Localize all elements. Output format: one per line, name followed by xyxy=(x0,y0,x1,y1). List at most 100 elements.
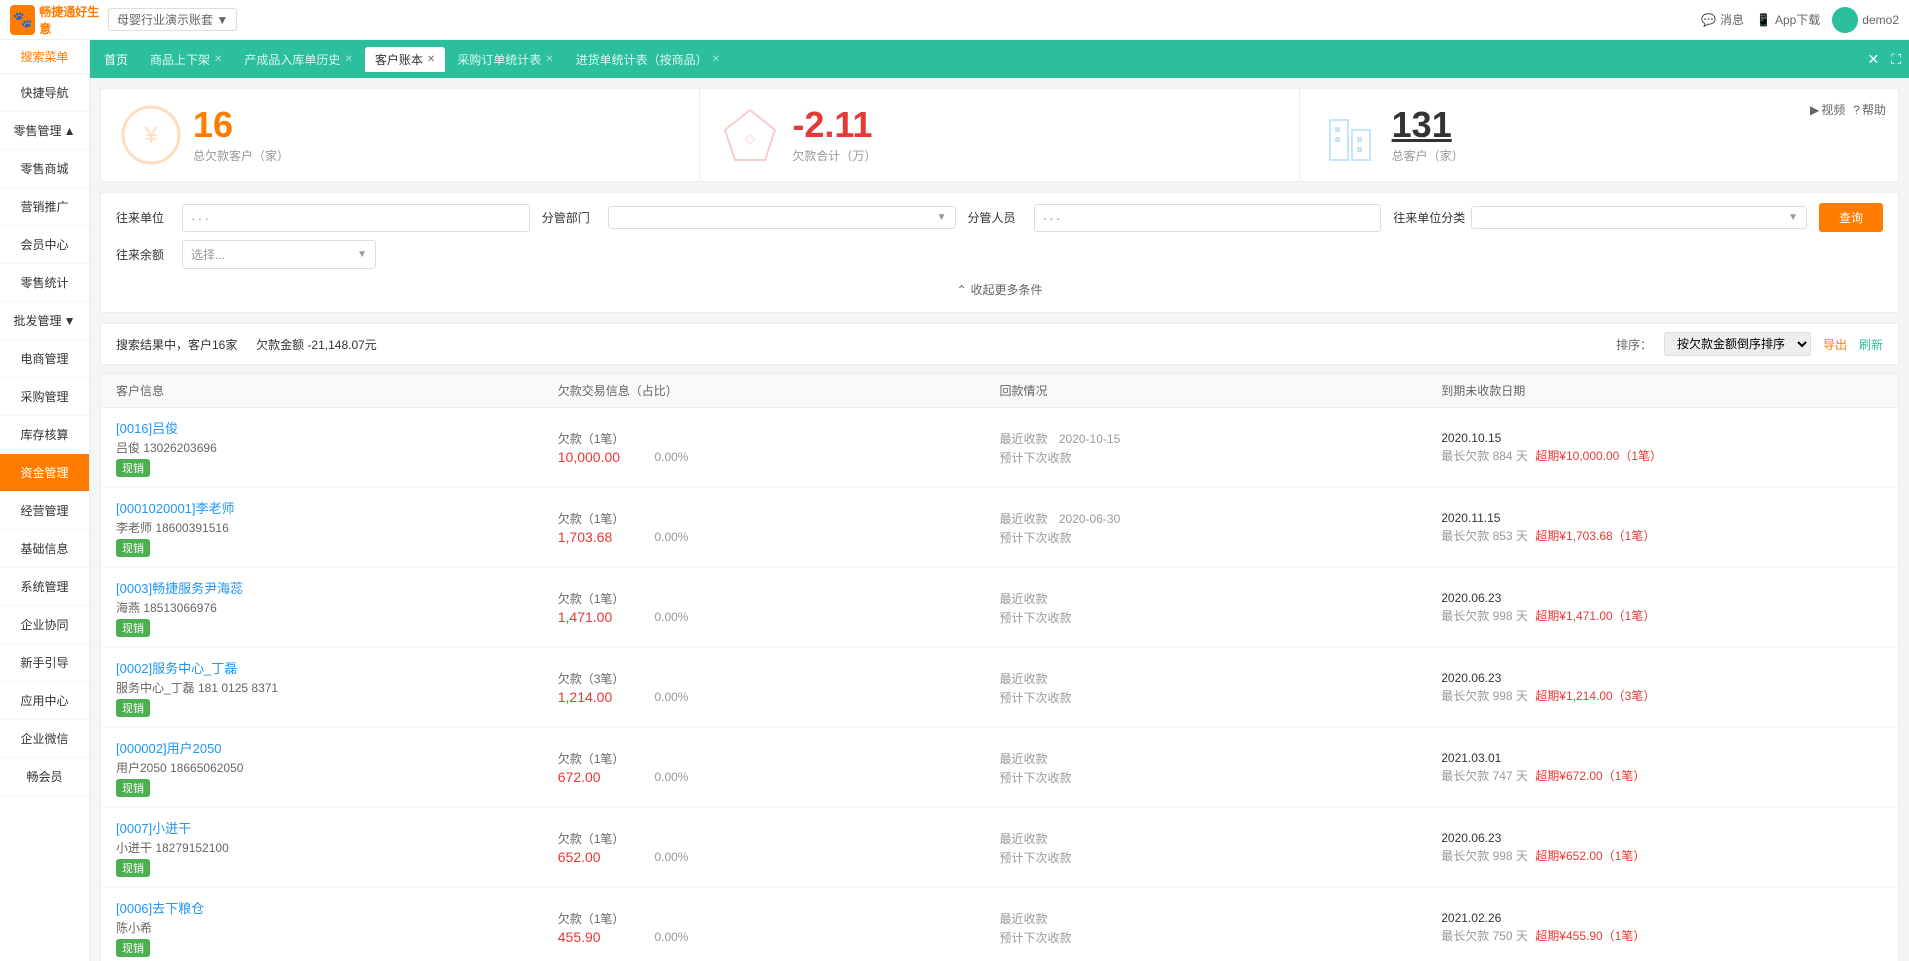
search-button[interactable]: 查询 xyxy=(1819,203,1883,232)
sidebar-item-retail-stats[interactable]: 零售统计 xyxy=(0,264,89,302)
stat-body-1: 16 总欠款客户（家） xyxy=(193,107,679,164)
sidebar-item-retail-mall[interactable]: 零售商城 xyxy=(0,150,89,188)
customer-name-link[interactable]: [0007]小迸干 xyxy=(116,821,191,836)
results-bar: 搜索结果中，客户16家 欠款金额 -21,148.07元 排序： 按欠款金额倒序… xyxy=(100,323,1899,365)
customer-sub: 海燕 18513066976 xyxy=(116,599,558,616)
close-icon[interactable]: ✕ xyxy=(214,54,222,65)
customer-name-link[interactable]: [0001020001]李老师 xyxy=(116,501,235,516)
export-button[interactable]: 导出 xyxy=(1823,336,1847,353)
unit-category-input[interactable]: ▼ xyxy=(1471,206,1807,229)
app-download-button[interactable]: 📱 App下载 xyxy=(1756,11,1820,28)
overdue-link[interactable]: 超期¥455.90（1笔） xyxy=(1535,929,1645,943)
table-row: [0007]小迸干 小迸干 18279152100 现销 欠款（1笔） 652.… xyxy=(101,808,1898,888)
recovery-label: 最近收款 xyxy=(1000,750,1442,767)
person-input[interactable]: ··· xyxy=(1034,204,1382,232)
sidebar-item-member-center[interactable]: 会员中心 xyxy=(0,226,89,264)
from-unit-input[interactable]: ··· xyxy=(182,204,530,232)
customer-tag: 现销 xyxy=(116,779,150,797)
refresh-button[interactable]: 刷新 xyxy=(1859,336,1883,353)
sidebar-item-quick-nav[interactable]: 快捷导航 xyxy=(0,74,89,112)
overdue-link[interactable]: 超期¥652.00（1笔） xyxy=(1535,849,1645,863)
debt-amount: 1,214.00 xyxy=(558,689,625,705)
debt-pct: 0.00% xyxy=(654,690,688,704)
sidebar-item-batch-mgmt[interactable]: 批发管理 ▼ xyxy=(0,302,89,340)
tab-close-all-icon[interactable]: ✕ xyxy=(1863,49,1883,70)
close-icon[interactable]: ✕ xyxy=(344,54,352,65)
sidebar-item-basic-info[interactable]: 基础信息 xyxy=(0,530,89,568)
table-row: [000002]用户2050 用户2050 18665062050 现销 欠款（… xyxy=(101,728,1898,808)
collapse-button[interactable]: ⌃ 收起更多条件 xyxy=(116,277,1883,302)
user-avatar[interactable]: demo2 xyxy=(1832,7,1899,33)
video-button[interactable]: ▶ 视频 xyxy=(1810,101,1845,118)
sidebar-item-search[interactable]: 搜索菜单 xyxy=(0,40,89,74)
sidebar-item-inventory[interactable]: 库存核算 xyxy=(0,416,89,454)
results-info: 搜索结果中，客户16家 欠款金额 -21,148.07元 xyxy=(116,336,377,353)
dept-input[interactable]: ▼ xyxy=(608,206,956,229)
debt-cell: 欠款（3笔） 1,214.00 0.00% xyxy=(558,670,1000,705)
customer-sub: 吕俊 13026203696 xyxy=(116,439,558,456)
table-row: [0001020001]李老师 李老师 18600391516 现销 欠款（1笔… xyxy=(101,488,1898,568)
due-date: 2021.02.26 xyxy=(1441,911,1883,925)
debt-pct: 0.00% xyxy=(654,930,688,944)
sidebar-item-corp-coop[interactable]: 企业协同 xyxy=(0,606,89,644)
tab-maximize-icon[interactable]: ⛶ xyxy=(1887,49,1905,70)
stat-card-debt-total: ◇ -2.11 欠款合计（万） xyxy=(700,89,1299,181)
sidebar-item-app-center[interactable]: 应用中心 xyxy=(0,682,89,720)
customer-name-link[interactable]: [0006]去下粮仓 xyxy=(116,901,204,916)
sidebar-item-marketing[interactable]: 营销推广 xyxy=(0,188,89,226)
sidebar-item-system[interactable]: 系统管理 xyxy=(0,568,89,606)
due-date: 2021.03.01 xyxy=(1441,751,1883,765)
debt-cell: 欠款（1笔） 672.00 0.00% xyxy=(558,750,1000,785)
tab-purchase-stats[interactable]: 采购订单统计表 ✕ xyxy=(447,47,563,72)
overdue-link[interactable]: 超期¥10,000.00（1笔） xyxy=(1535,449,1662,463)
tab-purchase-product-stats[interactable]: 进货单统计表（按商品） ✕ xyxy=(566,47,730,72)
avatar-image xyxy=(1832,7,1858,33)
recovery-label: 最近收款 xyxy=(1000,590,1442,607)
overdue-link[interactable]: 超期¥1,703.68（1笔） xyxy=(1535,529,1655,543)
industry-selector[interactable]: 母婴行业演示账套 ▼ xyxy=(108,8,237,31)
overdue-link[interactable]: 超期¥672.00（1笔） xyxy=(1535,769,1645,783)
customer-tag: 现销 xyxy=(116,459,150,477)
filter-person: 分管人员 ··· xyxy=(968,204,1382,232)
recovery-cell: 最近收款 预计下次收款 xyxy=(1000,910,1442,946)
customer-name-link[interactable]: [0002]服务中心_丁磊 xyxy=(116,661,237,676)
help-icon: ? xyxy=(1853,103,1860,117)
filter-dept-label: 分管部门 xyxy=(542,209,602,226)
tab-product-off[interactable]: 商品上下架 ✕ xyxy=(140,47,232,72)
customer-name-link[interactable]: [000002]用户2050 xyxy=(116,741,222,756)
tab-home[interactable]: 首页 xyxy=(94,47,138,72)
customer-name-link[interactable]: [0003]畅捷服务尹海蕊 xyxy=(116,581,243,596)
close-icon[interactable]: ✕ xyxy=(427,54,435,65)
customer-info-cell: [0001020001]李老师 李老师 18600391516 现销 xyxy=(116,498,558,557)
sidebar-item-corp-wechat[interactable]: 企业微信 xyxy=(0,720,89,758)
customer-info-cell: [0002]服务中心_丁磊 服务中心_丁磊 181 0125 8371 现销 xyxy=(116,658,558,717)
close-icon[interactable]: ✕ xyxy=(545,54,553,65)
tab-customer-account[interactable]: 客户账本 ✕ xyxy=(365,47,445,72)
filter-unit-category-label: 往来单位分类 xyxy=(1393,209,1465,226)
sidebar-item-retail-mgmt[interactable]: 零售管理 ▲ xyxy=(0,112,89,150)
sidebar-item-ecommerce[interactable]: 电商管理 xyxy=(0,340,89,378)
sidebar-item-vip[interactable]: 畅会员 xyxy=(0,758,89,796)
balance-input[interactable]: 选择... ▼ xyxy=(182,240,376,269)
due-date-cell: 2020.06.23 最长欠款 998 天 超期¥1,471.00（1笔） xyxy=(1441,591,1883,624)
due-date-cell: 2020.10.15 最长欠款 884 天 超期¥10,000.00（1笔） xyxy=(1441,431,1883,464)
close-icon[interactable]: ✕ xyxy=(712,54,720,65)
overdue-link[interactable]: 超期¥1,214.00（3笔） xyxy=(1535,689,1655,703)
sidebar-item-newbie[interactable]: 新手引导 xyxy=(0,644,89,682)
sidebar-item-purchase-mgmt[interactable]: 采购管理 xyxy=(0,378,89,416)
debt-amount: 672.00 xyxy=(558,769,625,785)
customer-name-link[interactable]: [0016]吕俊 xyxy=(116,421,178,436)
stat-number-debt-total: -2.11 xyxy=(792,107,1278,143)
arrow-icon: ▲ xyxy=(64,124,76,138)
sort-select[interactable]: 按欠款金额倒序排序 xyxy=(1664,332,1811,356)
message-button[interactable]: 💬 消息 xyxy=(1701,11,1744,28)
tab-production-history[interactable]: 产成品入库单历史 ✕ xyxy=(234,47,362,72)
help-button[interactable]: ? 帮助 xyxy=(1853,101,1886,118)
overdue-link[interactable]: 超期¥1,471.00（1笔） xyxy=(1535,609,1655,623)
due-date-cell: 2021.03.01 最长欠款 747 天 超期¥672.00（1笔） xyxy=(1441,751,1883,784)
due-date: 2020.06.23 xyxy=(1441,671,1883,685)
sidebar-item-operations[interactable]: 经营管理 xyxy=(0,492,89,530)
sidebar-item-finance[interactable]: 资金管理 xyxy=(0,454,89,492)
logo-icon: 🐾 xyxy=(10,5,35,35)
customer-sub: 用户2050 18665062050 xyxy=(116,759,558,776)
